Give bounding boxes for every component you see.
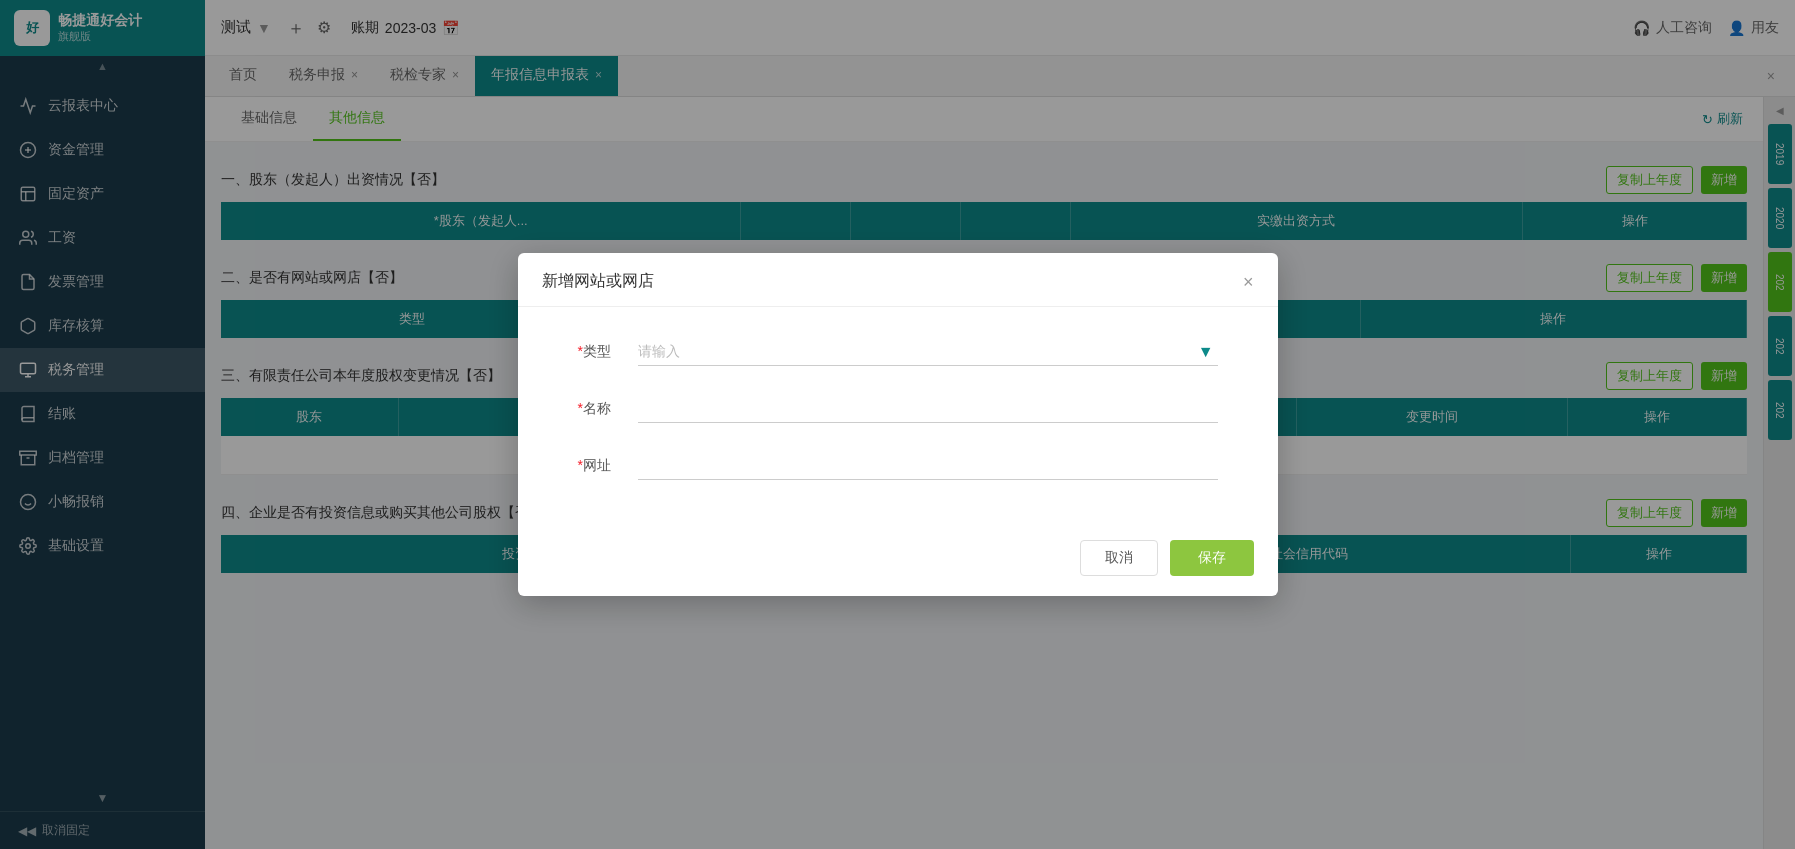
cancel-button[interactable]: 取消 (1080, 540, 1158, 576)
type-input[interactable] (638, 337, 1218, 366)
save-button[interactable]: 保存 (1170, 540, 1254, 576)
url-input[interactable] (638, 451, 1218, 480)
form-row-url: *网址 (578, 451, 1218, 480)
add-website-dialog: 新增网站或网店 × *类型 ▼ *名称 (518, 253, 1278, 596)
dialog-title: 新增网站或网店 (542, 271, 654, 292)
dialog-close-btn[interactable]: × (1243, 273, 1254, 291)
form-row-name: *名称 (578, 394, 1218, 423)
name-input[interactable] (638, 394, 1218, 423)
form-row-type: *类型 ▼ (578, 337, 1218, 366)
dialog-overlay[interactable]: 新增网站或网店 × *类型 ▼ *名称 (0, 0, 1795, 849)
